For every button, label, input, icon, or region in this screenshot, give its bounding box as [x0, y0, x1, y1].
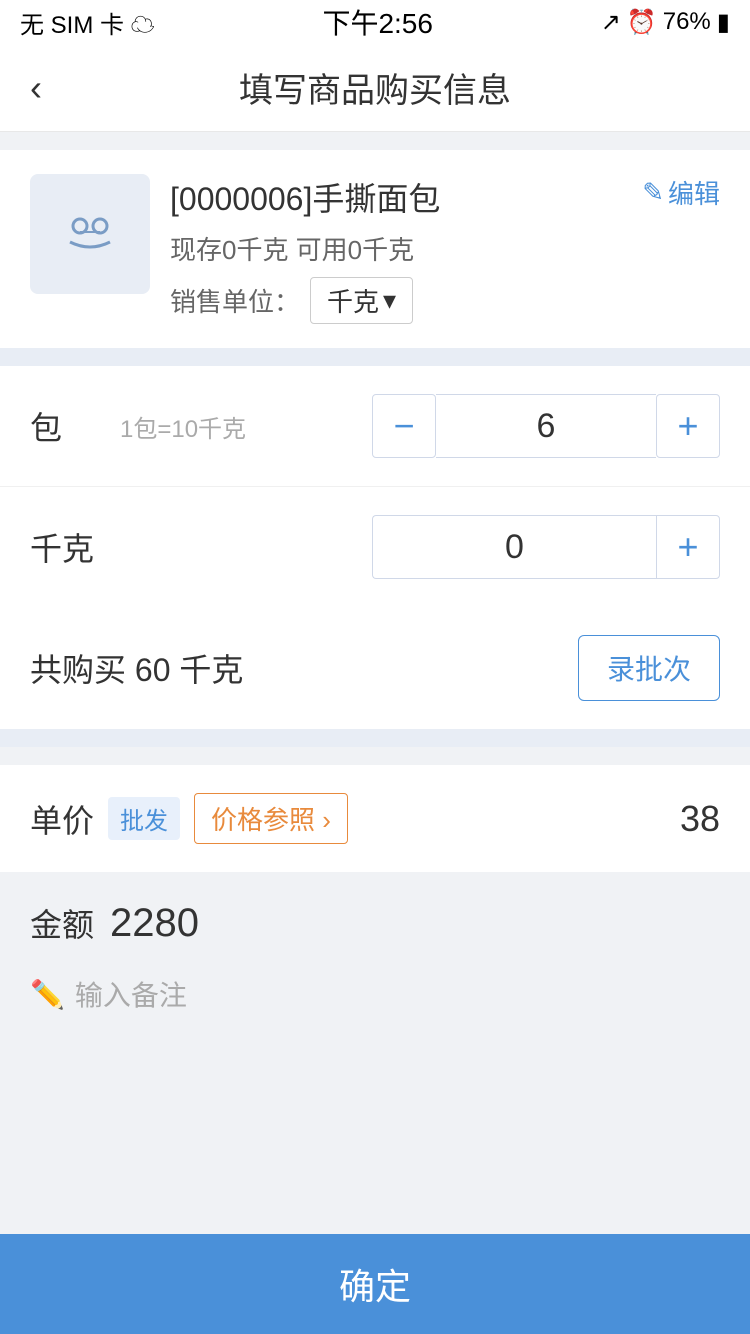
- bottom-spacer: [0, 1034, 750, 1154]
- remark-placeholder: 输入备注: [75, 974, 187, 1014]
- unit-selector[interactable]: 千克 ▾: [310, 277, 413, 324]
- back-button[interactable]: ‹: [20, 57, 52, 119]
- product-unit: 销售单位： 千克 ▾: [170, 277, 720, 324]
- price-tag: 批发: [108, 797, 180, 840]
- price-label: 单价: [30, 796, 94, 842]
- status-right: ↗ ⏰ 76% ▮: [601, 8, 730, 37]
- product-name: [0000006]手撕面包: [170, 174, 440, 220]
- bao-controls: − +: [372, 394, 720, 458]
- summary-row: 共购买 60 千克 录批次: [0, 607, 750, 729]
- battery-level: 76%: [663, 8, 711, 36]
- product-stock: 现存0千克 可用0千克: [170, 230, 720, 267]
- bao-label: 包: [30, 403, 110, 449]
- bao-minus-button[interactable]: −: [372, 394, 436, 458]
- bao-hint: 1包=10千克: [120, 409, 372, 444]
- price-left: 单价 批发 价格参照 ›: [30, 793, 348, 844]
- amount-label: 金额: [30, 900, 94, 946]
- edit-icon: ✎: [642, 177, 664, 208]
- price-section: 单价 批发 价格参照 › 38: [0, 765, 750, 872]
- amount-row: 金额 2280: [30, 900, 720, 946]
- price-value: 38: [680, 798, 720, 840]
- product-top-row: [0000006]手撕面包 ✎ 编辑: [170, 174, 720, 230]
- status-time: 下午2:56: [322, 2, 433, 42]
- dropdown-icon: ▾: [383, 285, 396, 316]
- kg-plus-button[interactable]: +: [656, 515, 720, 579]
- summary-text: 共购买 60 千克: [30, 645, 243, 691]
- status-bar: 无 SIM 卡 ☁ 下午2:56 ↗ ⏰ 76% ▮: [0, 0, 750, 44]
- edit-button[interactable]: ✎ 编辑: [642, 174, 720, 211]
- section-divider-2: [0, 729, 750, 747]
- amount-value: 2280: [110, 901, 199, 946]
- product-info: [0000006]手撕面包 ✎ 编辑 现存0千克 可用0千克 销售单位： 千克 …: [170, 174, 720, 324]
- remark-icon: ✏️: [30, 978, 65, 1011]
- bao-plus-button[interactable]: +: [656, 394, 720, 458]
- status-left: 无 SIM 卡 ☁: [20, 5, 155, 40]
- bao-input-section: 包 1包=10千克 − + 千克 +: [0, 366, 750, 607]
- page-title: 填写商品购买信息: [239, 63, 511, 112]
- bao-input[interactable]: [436, 394, 656, 458]
- battery-icon: ▮: [717, 8, 730, 37]
- remark-row[interactable]: ✏️ 输入备注: [30, 964, 720, 1024]
- alarm-icon: ⏰: [627, 8, 657, 37]
- location-icon: ↗: [601, 8, 621, 37]
- product-card: [0000006]手撕面包 ✎ 编辑 现存0千克 可用0千克 销售单位： 千克 …: [0, 150, 750, 348]
- nav-bar: ‹ 填写商品购买信息: [0, 44, 750, 132]
- batch-button[interactable]: 录批次: [578, 635, 720, 701]
- amount-section: 金额 2280 ✏️ 输入备注: [0, 872, 750, 1034]
- price-ref-button[interactable]: 价格参照 ›: [194, 793, 348, 844]
- kg-input-row: 千克 +: [0, 487, 750, 607]
- confirm-button[interactable]: 确定: [0, 1234, 750, 1334]
- kg-input[interactable]: [372, 515, 656, 579]
- bao-input-row: 包 1包=10千克 − +: [0, 366, 750, 487]
- product-logo-icon: [60, 204, 120, 264]
- kg-controls: +: [372, 515, 720, 579]
- section-divider-1: [0, 348, 750, 366]
- product-image: [30, 174, 150, 294]
- kg-label: 千克: [30, 524, 372, 570]
- sim-status: 无 SIM 卡 ☁: [20, 5, 155, 40]
